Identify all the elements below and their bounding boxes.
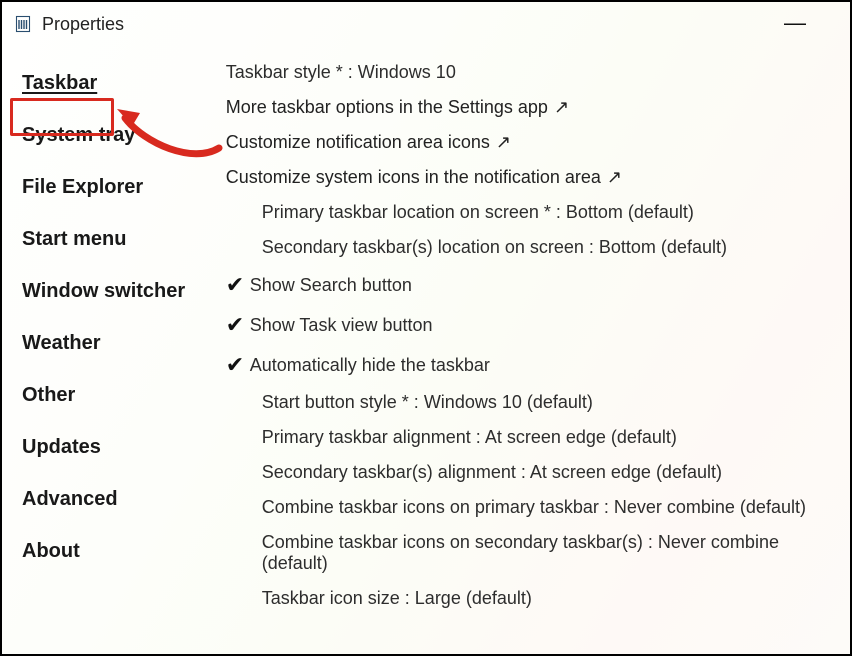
link-label: Customize notification area icons <box>226 132 490 153</box>
check-icon: ✔ <box>226 352 250 378</box>
sidebar-item-advanced[interactable]: Advanced <box>18 484 204 515</box>
setting-combine-secondary[interactable]: Combine taskbar icons on secondary taskb… <box>226 532 836 574</box>
link-label: More taskbar options in the Settings app <box>226 97 548 118</box>
setting-taskbar-style[interactable]: Taskbar style * : Windows 10 <box>226 62 836 83</box>
window-body: Taskbar System tray File Explorer Start … <box>2 46 850 654</box>
setting-label: Combine taskbar icons on secondary taskb… <box>262 532 836 574</box>
toggle-auto-hide[interactable]: ✔ Automatically hide the taskbar <box>226 352 836 378</box>
sidebar-item-other[interactable]: Other <box>18 380 204 411</box>
titlebar: Properties — <box>2 2 850 46</box>
setting-secondary-location[interactable]: Secondary taskbar(s) location on screen … <box>226 237 836 258</box>
setting-combine-primary[interactable]: Combine taskbar icons on primary taskbar… <box>226 497 836 518</box>
setting-label: Taskbar style * : Windows 10 <box>226 62 456 83</box>
sidebar-item-window-switcher[interactable]: Window switcher <box>18 276 204 307</box>
link-label: Customize system icons in the notificati… <box>226 167 601 188</box>
setting-label: Primary taskbar alignment : At screen ed… <box>262 427 677 448</box>
sidebar-item-updates[interactable]: Updates <box>18 432 204 463</box>
check-icon: ✔ <box>226 272 250 298</box>
setting-start-button-style[interactable]: Start button style * : Windows 10 (defau… <box>226 392 836 413</box>
sidebar: Taskbar System tray File Explorer Start … <box>2 50 204 646</box>
link-more-taskbar-options[interactable]: More taskbar options in the Settings app… <box>226 97 836 118</box>
external-link-icon: ↗ <box>554 97 569 118</box>
sidebar-item-file-explorer[interactable]: File Explorer <box>18 172 204 203</box>
toggle-show-taskview[interactable]: ✔ Show Task view button <box>226 312 836 338</box>
content-pane: Taskbar style * : Windows 10 More taskba… <box>204 50 850 646</box>
properties-window: Properties — Taskbar System tray File Ex… <box>0 0 852 656</box>
link-customize-notification-icons[interactable]: Customize notification area icons ↗ <box>226 132 836 153</box>
link-customize-system-icons[interactable]: Customize system icons in the notificati… <box>226 167 836 188</box>
setting-label: Secondary taskbar(s) alignment : At scre… <box>262 462 722 483</box>
setting-label: Primary taskbar location on screen * : B… <box>262 202 694 223</box>
check-icon: ✔ <box>226 312 250 338</box>
setting-primary-alignment[interactable]: Primary taskbar alignment : At screen ed… <box>226 427 836 448</box>
setting-icon-size[interactable]: Taskbar icon size : Large (default) <box>226 588 836 609</box>
sidebar-item-about[interactable]: About <box>18 536 204 567</box>
setting-label: Start button style * : Windows 10 (defau… <box>262 392 593 413</box>
sidebar-item-taskbar[interactable]: Taskbar <box>18 68 204 99</box>
setting-label: Show Search button <box>250 275 412 296</box>
setting-label: Automatically hide the taskbar <box>250 355 490 376</box>
external-link-icon: ↗ <box>607 167 622 188</box>
sidebar-item-weather[interactable]: Weather <box>18 328 204 359</box>
toggle-show-search[interactable]: ✔ Show Search button <box>226 272 836 298</box>
setting-label: Show Task view button <box>250 315 433 336</box>
setting-label: Combine taskbar icons on primary taskbar… <box>262 497 806 518</box>
app-icon <box>14 15 32 33</box>
window-title: Properties <box>42 14 124 35</box>
setting-label: Taskbar icon size : Large (default) <box>262 588 532 609</box>
setting-primary-location[interactable]: Primary taskbar location on screen * : B… <box>226 202 836 223</box>
external-link-icon: ↗ <box>496 132 511 153</box>
minimize-button[interactable]: — <box>786 16 804 30</box>
sidebar-item-system-tray[interactable]: System tray <box>18 120 204 151</box>
setting-secondary-alignment[interactable]: Secondary taskbar(s) alignment : At scre… <box>226 462 836 483</box>
setting-label: Secondary taskbar(s) location on screen … <box>262 237 727 258</box>
sidebar-item-start-menu[interactable]: Start menu <box>18 224 204 255</box>
